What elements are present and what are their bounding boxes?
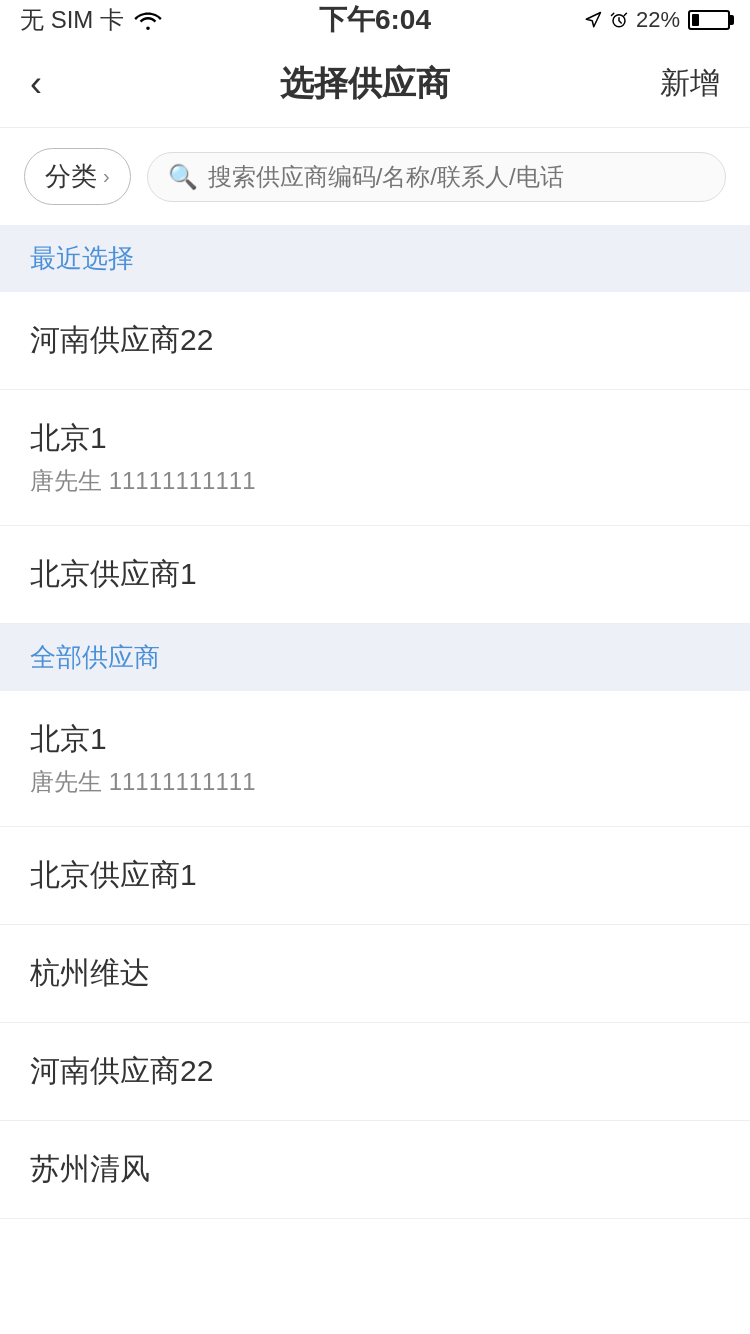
item-name: 杭州维达 [30,953,720,994]
search-box[interactable]: 🔍 [147,152,726,202]
wifi-icon [134,9,162,31]
back-button[interactable]: ‹ [30,63,90,105]
list-item[interactable]: 北京供应商1 [0,526,750,624]
all-section-label: 全部供应商 [30,642,160,672]
list-item[interactable]: 河南供应商22 [0,292,750,390]
item-name: 河南供应商22 [30,320,720,361]
category-button[interactable]: 分类 › [24,148,131,205]
filter-area: 分类 › 🔍 [0,128,750,225]
battery-fill [692,14,699,26]
status-time: 下午6:04 [319,1,431,39]
list-item[interactable]: 北京1 唐先生 11111111111 [0,390,750,526]
chevron-right-icon: › [103,165,110,188]
item-name: 北京供应商1 [30,554,720,595]
item-name: 北京1 [30,418,720,459]
search-input[interactable] [208,163,705,191]
item-name: 北京供应商1 [30,855,720,896]
recent-section-label: 最近选择 [30,243,134,273]
status-bar: 无 SIM 卡 下午6:04 22% [0,0,750,40]
carrier-text: 无 SIM 卡 [20,4,124,36]
item-sub: 唐先生 11111111111 [30,766,720,798]
list-item[interactable]: 北京供应商1 [0,827,750,925]
status-right: 22% [584,7,730,33]
battery-percent-text: 22% [636,7,680,33]
search-icon: 🔍 [168,163,198,191]
item-name: 河南供应商22 [30,1051,720,1092]
battery-tip [730,15,734,25]
list-item[interactable]: 河南供应商22 [0,1023,750,1121]
list-item[interactable]: 北京1 唐先生 11111111111 [0,691,750,827]
svg-marker-0 [586,13,600,27]
item-sub: 唐先生 11111111111 [30,465,720,497]
list-item[interactable]: 杭州维达 [0,925,750,1023]
all-section-header: 全部供应商 [0,624,750,691]
category-label: 分类 [45,159,97,194]
nav-bar: ‹ 选择供应商 新增 [0,40,750,128]
recent-list: 河南供应商22 北京1 唐先生 11111111111 北京供应商1 [0,292,750,624]
item-name: 苏州清风 [30,1149,720,1190]
add-button[interactable]: 新增 [640,63,720,104]
location-icon [584,11,602,29]
recent-section-header: 最近选择 [0,225,750,292]
page-title: 选择供应商 [90,61,640,107]
all-list: 北京1 唐先生 11111111111 北京供应商1 杭州维达河南供应商22 苏州清风 [0,691,750,1219]
battery-icon [688,10,730,30]
item-name: 北京1 [30,719,720,760]
status-left: 无 SIM 卡 [20,4,162,36]
alarm-icon [610,11,628,29]
list-item[interactable]: 苏州清风 [0,1121,750,1219]
